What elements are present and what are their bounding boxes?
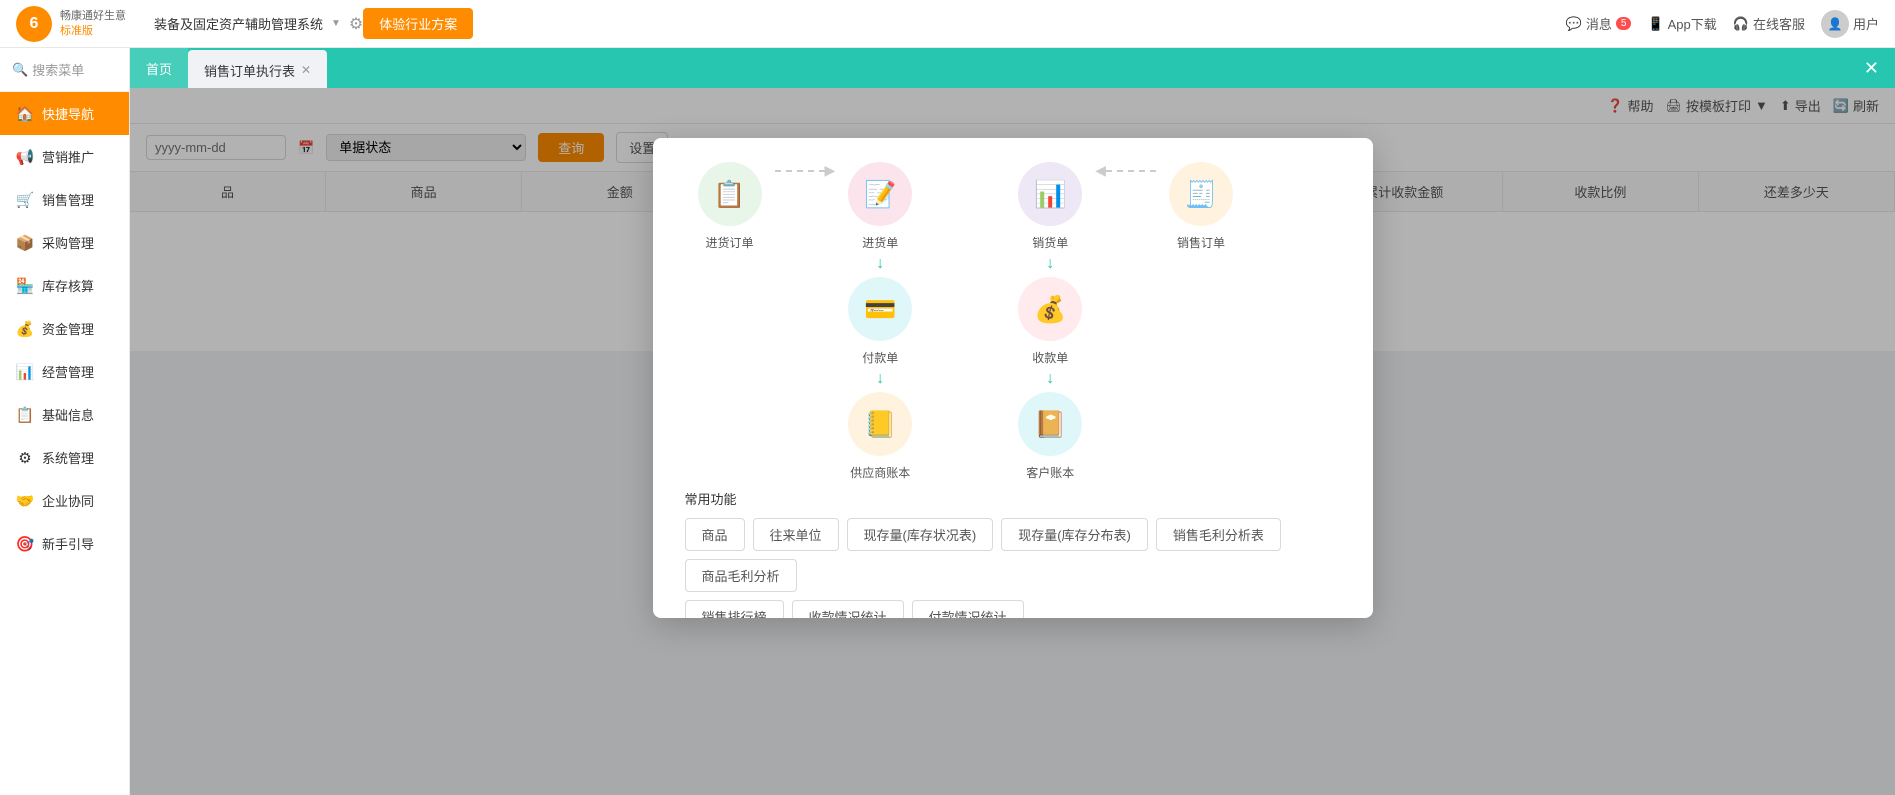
tab-home[interactable]: 首页	[130, 48, 188, 88]
message-icon: 💬	[1566, 16, 1582, 32]
common-btn-stock-dist[interactable]: 现存量(库存分布表)	[1001, 518, 1148, 551]
sidebar-item-enterprise[interactable]: 🤝 企业协同	[0, 479, 129, 522]
sales-bill-icon: 📊	[1018, 162, 1082, 226]
purchase-order-icon: 📋	[698, 162, 762, 226]
sidebar-item-system[interactable]: ⚙ 系统管理	[0, 436, 129, 479]
common-functions-title: 常用功能	[685, 489, 1341, 508]
common-btn-product[interactable]: 商品	[685, 518, 745, 551]
arrow-down-payment: ↓	[876, 255, 884, 273]
dialog-content: 📋 进货订单 ▶ 📝	[653, 138, 1373, 618]
payment-bill-icon: 💳	[848, 277, 912, 341]
app-download-item[interactable]: 📱 App下载	[1647, 14, 1716, 33]
logo-area: 6 畅康通好生意 标准版	[16, 6, 146, 42]
arrow-down-customer: ↓	[1046, 370, 1054, 388]
sidebar-search[interactable]: 🔍 搜索菜单	[0, 48, 129, 92]
flow-node-payment[interactable]: 💳 付款单	[835, 277, 925, 366]
flow-dialog: 📋 进货订单 ▶ 📝	[653, 138, 1373, 618]
search-menu-btn[interactable]: 🔍 搜索菜单	[8, 56, 121, 83]
flow-node-sales-order[interactable]: 🧾 销售订单	[1156, 162, 1246, 251]
logo-text: 畅康通好生意 标准版	[60, 9, 126, 38]
sidebar-item-finance[interactable]: 💰 资金管理	[0, 307, 129, 350]
sidebar: 🔍 搜索菜单 🏠 快捷导航 📢 营销推广 🛒 销售管理 📦 采购管理	[0, 48, 130, 795]
receipt-bill-icon: 💰	[1018, 277, 1082, 341]
common-btn-stock-status[interactable]: 现存量(库存状况表)	[847, 518, 994, 551]
system-dropdown-arrow[interactable]: ▼	[331, 18, 341, 29]
settings-icon[interactable]: ⚙	[349, 14, 363, 34]
supplier-ledger-icon: 📒	[848, 392, 912, 456]
flow-node-supplier-ledger[interactable]: 📒 供应商账本	[835, 392, 925, 481]
avatar: 👤	[1821, 10, 1849, 38]
content-area: 首页 销售订单执行表 ✕ ✕ ❓ 帮助	[130, 48, 1895, 795]
user-item[interactable]: 👤 用户	[1821, 10, 1879, 38]
app-container: 6 畅康通好生意 标准版 装备及固定资产辅助管理系统 ▼ ⚙ 体验行业方案 💬 …	[0, 0, 1895, 795]
common-buttons-row: 商品 往来单位 现存量(库存状况表) 现存量(库存分布表) 销售毛利分析表 商品…	[685, 518, 1341, 592]
tab-close-icon[interactable]: ✕	[301, 63, 311, 77]
online-service-item[interactable]: 🎧 在线客服	[1733, 14, 1805, 33]
beginner-icon: 🎯	[16, 535, 34, 553]
message-item[interactable]: 💬 消息 5	[1566, 14, 1632, 33]
flow-purchase-bill-col: 📝 进货单 ↓ 💳 付款单 ↓ 📒	[835, 162, 925, 481]
system-icon: ⚙	[16, 449, 34, 467]
close-window-button[interactable]: ✕	[1848, 58, 1895, 79]
main-area: 🔍 搜索菜单 🏠 快捷导航 📢 营销推广 🛒 销售管理 📦 采购管理	[0, 48, 1895, 795]
flow-left-col: 📋 进货订单	[685, 162, 775, 251]
top-bar: 6 畅康通好生意 标准版 装备及固定资产辅助管理系统 ▼ ⚙ 体验行业方案 💬 …	[0, 0, 1895, 48]
system-title: 装备及固定资产辅助管理系统 ▼ ⚙	[154, 14, 363, 34]
sales-icon: 🛒	[16, 191, 34, 209]
common-btn-receipt-stats[interactable]: 收款情况统计	[792, 600, 904, 618]
operations-icon: 📊	[16, 363, 34, 381]
sidebar-item-purchase[interactable]: 📦 采购管理	[0, 221, 129, 264]
marketing-icon: 📢	[16, 148, 34, 166]
common-btn-product-profit[interactable]: 商品毛利分析	[685, 559, 797, 592]
flow-node-purchase-bill[interactable]: 📝 进货单	[835, 162, 925, 251]
tab-sales-order-exec[interactable]: 销售订单执行表 ✕	[188, 50, 327, 90]
sidebar-item-operations[interactable]: 📊 经营管理	[0, 350, 129, 393]
flow-node-receipt[interactable]: 💰 收款单	[1005, 277, 1095, 366]
common-btn-sales-profit[interactable]: 销售毛利分析表	[1156, 518, 1281, 551]
top-right-area: 💬 消息 5 📱 App下载 🎧 在线客服 👤 用户	[1566, 10, 1879, 38]
search-icon: 🔍	[12, 62, 28, 78]
sidebar-item-quick-nav[interactable]: 🏠 快捷导航	[0, 92, 129, 135]
common-btn-payment-stats[interactable]: 付款情况统计	[912, 600, 1024, 618]
arrow-2: ◀	[1095, 162, 1156, 207]
inventory-icon: 🏪	[16, 277, 34, 295]
sidebar-item-inventory[interactable]: 🏪 库存核算	[0, 264, 129, 307]
purchase-icon: 📦	[16, 234, 34, 252]
flow-diagram: 📋 进货订单 ▶ 📝	[685, 162, 1341, 481]
common-functions-section: 常用功能 商品 往来单位 现存量(库存状况表) 现存量(库存分布表) 销售毛利分…	[685, 489, 1341, 618]
trial-button[interactable]: 体验行业方案	[363, 8, 473, 39]
flow-sales-order-col: 🧾 销售订单	[1156, 162, 1246, 251]
arrow-down-supplier: ↓	[876, 370, 884, 388]
flow-sales-bill-col: 📊 销货单 ↓ 💰 收款单 ↓ 📔	[1005, 162, 1095, 481]
phone-icon: 📱	[1647, 16, 1663, 32]
customer-ledger-icon: 📔	[1018, 392, 1082, 456]
content-main: ❓ 帮助 🖨 按模板打印 ▼ ⬆ 导出 🔄	[130, 88, 1895, 795]
tab-bar: 首页 销售订单执行表 ✕ ✕	[130, 48, 1895, 88]
purchase-bill-icon: 📝	[848, 162, 912, 226]
sidebar-item-beginner[interactable]: 🎯 新手引导	[0, 522, 129, 565]
quick-nav-icon: 🏠	[16, 105, 34, 123]
sales-order-icon: 🧾	[1169, 162, 1233, 226]
arrow-1: ▶	[775, 162, 836, 207]
enterprise-icon: 🤝	[16, 492, 34, 510]
flow-node-sales-bill[interactable]: 📊 销货单	[1005, 162, 1095, 251]
service-icon: 🎧	[1733, 16, 1749, 32]
logo-icon: 6	[16, 6, 52, 42]
common-btn-sales-ranking[interactable]: 销售排行榜	[685, 600, 784, 618]
sidebar-item-marketing[interactable]: 📢 营销推广	[0, 135, 129, 178]
arrow-down-receipt: ↓	[1046, 255, 1054, 273]
common-btn-partner[interactable]: 往来单位	[753, 518, 839, 551]
message-badge: 5	[1616, 17, 1632, 30]
common-buttons-row-2: 销售排行榜 收款情况统计 付款情况统计	[685, 600, 1341, 618]
flow-node-purchase-order[interactable]: 📋 进货订单	[685, 162, 775, 251]
basic-info-icon: 📋	[16, 406, 34, 424]
sidebar-item-basic-info[interactable]: 📋 基础信息	[0, 393, 129, 436]
finance-icon: 💰	[16, 320, 34, 338]
flow-node-customer-ledger[interactable]: 📔 客户账本	[1005, 392, 1095, 481]
sidebar-item-sales[interactable]: 🛒 销售管理	[0, 178, 129, 221]
